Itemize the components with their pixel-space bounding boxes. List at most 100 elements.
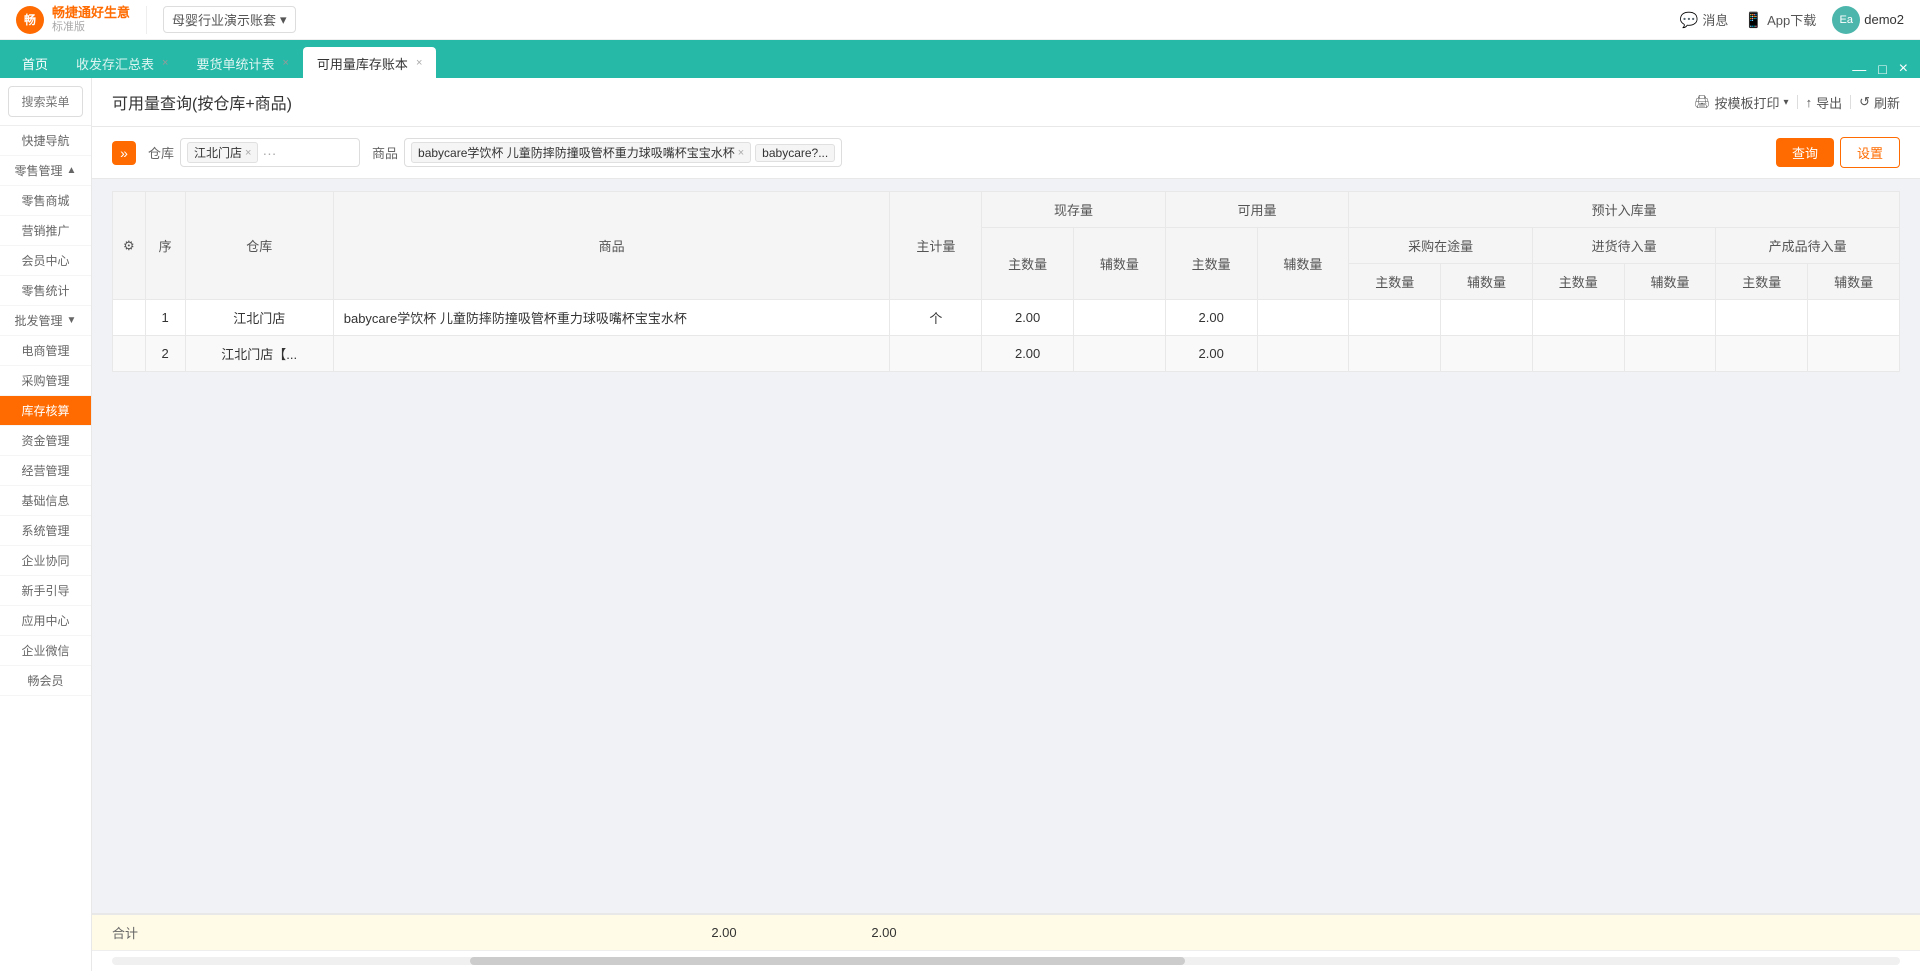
sidebar-item-marketing[interactable]: 营销推广 — [0, 216, 91, 246]
export-btn[interactable]: ↑ 导出 — [1806, 93, 1843, 112]
sidebar-item-retail-stats[interactable]: 零售统计 — [0, 276, 91, 306]
sidebar-item-inventory[interactable]: 库存核算 — [0, 396, 91, 426]
table-footer: 合计 2.00 2.00 — [92, 913, 1920, 950]
col-prod-pending-header: 产成品待入量 — [1716, 228, 1900, 264]
sidebar-item-basic[interactable]: 基础信息 — [0, 486, 91, 516]
sidebar-item-operations[interactable]: 经营管理 — [0, 456, 91, 486]
row2-no: 2 — [145, 336, 185, 372]
sidebar-item-ecommerce[interactable]: 电商管理 — [0, 336, 91, 366]
row1-prod-pending-aux — [1808, 300, 1900, 336]
close-available-tab[interactable]: × — [416, 57, 422, 69]
query-btn[interactable]: 查询 — [1776, 138, 1834, 167]
col-avail-aux-header: 辅数量 — [1257, 228, 1349, 300]
col-pur-transit-header: 采购在途量 — [1349, 228, 1533, 264]
filter-area: » 仓库 江北门店 × ··· 商品 babycare学饮杯 儿童防摔防撞吸管杯… — [92, 127, 1920, 179]
scroll-bar-thumb[interactable] — [470, 957, 1185, 965]
industry-select[interactable]: 母婴行业演示账套 ▾ — [163, 6, 296, 33]
row1-warehouse: 江北门店 — [185, 300, 333, 336]
col-warehouse-header: 仓库 — [185, 192, 333, 300]
data-table: ⚙ 序 仓库 商品 主计量 现存量 可用量 预计入库量 主数量 辅数量 主数量 — [112, 191, 1900, 372]
col-no-header: 序 — [145, 192, 185, 300]
footer-avail-main: 2.00 — [844, 925, 924, 940]
sidebar-search-area: 搜索菜单 — [0, 78, 91, 126]
row2-stock-aux — [1074, 336, 1166, 372]
sidebar: 搜索菜单 快捷导航 零售管理 ▲ 零售商城 营销推广 会员中心 零售统计 批发管… — [0, 78, 92, 971]
minimize-btn[interactable]: — — [1852, 61, 1866, 77]
app-download-btn[interactable]: 📱 App下载 — [1744, 10, 1816, 29]
row2-prod-pending-aux — [1808, 336, 1900, 372]
app-logo: 畅 — [16, 6, 44, 34]
col-prod-pending-main: 主数量 — [1716, 264, 1808, 300]
sidebar-quick-nav[interactable]: 快捷导航 — [0, 126, 91, 156]
warehouse-filter-group: 仓库 江北门店 × ··· — [148, 138, 360, 167]
table-row: 1 江北门店 babycare学饮杯 儿童防摔防撞吸管杯重力球吸嘴杯宝宝水杯 个… — [113, 300, 1900, 336]
col-pur-pending-main: 主数量 — [1532, 264, 1624, 300]
row2-unit — [890, 336, 982, 372]
warehouse-tag-close[interactable]: × — [245, 147, 251, 159]
row1-no: 1 — [145, 300, 185, 336]
avatar: Ea — [1832, 6, 1860, 34]
sidebar-item-wechat[interactable]: 企业微信 — [0, 636, 91, 666]
col-settings-header[interactable]: ⚙ — [113, 192, 146, 300]
close-window-btn[interactable]: × — [1899, 60, 1908, 78]
sidebar-item-retail-mgmt[interactable]: 零售管理 ▲ — [0, 156, 91, 186]
product-filter-group: 商品 babycare学饮杯 儿童防摔防撞吸管杯重力球吸嘴杯宝宝水杯 × bab… — [372, 138, 842, 167]
settings-btn[interactable]: 设置 — [1840, 137, 1900, 168]
divider-1 — [1797, 95, 1798, 109]
product-tag-1-close[interactable]: × — [738, 147, 744, 159]
row2-pur-transit-aux — [1441, 336, 1533, 372]
user-menu[interactable]: Ea demo2 — [1832, 6, 1904, 34]
product-label: 商品 — [372, 143, 398, 162]
nav-window-actions: — □ × — [1852, 60, 1920, 78]
col-available-header: 可用量 — [1165, 192, 1349, 228]
app-subtitle: 标准版 — [52, 21, 130, 34]
col-prod-pending-aux: 辅数量 — [1808, 264, 1900, 300]
sidebar-item-system[interactable]: 系统管理 — [0, 516, 91, 546]
sidebar-item-purchase[interactable]: 采购管理 — [0, 366, 91, 396]
warehouse-label: 仓库 — [148, 143, 174, 162]
product-tag-2: babycare?... — [755, 144, 835, 162]
scroll-bar-wrap — [92, 950, 1920, 971]
nav-tabs: 首页 收发存汇总表 × 要货单统计表 × 可用量库存账本 × — □ × — [0, 40, 1920, 78]
sidebar-item-member[interactable]: 会员中心 — [0, 246, 91, 276]
sidebar-item-retail-shop[interactable]: 零售商城 — [0, 186, 91, 216]
app-name: 畅捷通好生意 — [52, 5, 130, 21]
row1-stock-aux — [1074, 300, 1166, 336]
top-bar: 畅 畅捷通好生意 标准版 母婴行业演示账套 ▾ 💬 消息 📱 App下载 Ea … — [0, 0, 1920, 40]
filter-expand-btn[interactable]: » — [112, 141, 136, 165]
tab-available[interactable]: 可用量库存账本 × — [303, 47, 436, 79]
col-pur-transit-main: 主数量 — [1349, 264, 1441, 300]
product-input[interactable]: babycare学饮杯 儿童防摔防撞吸管杯重力球吸嘴杯宝宝水杯 × babyca… — [404, 138, 842, 167]
sidebar-item-vip[interactable]: 畅会员 — [0, 666, 91, 696]
page-title: 可用量查询(按仓库+商品) — [112, 90, 292, 126]
close-demand-tab[interactable]: × — [282, 57, 288, 69]
search-menu-btn[interactable]: 搜索菜单 — [8, 86, 83, 117]
sidebar-item-newbie[interactable]: 新手引导 — [0, 576, 91, 606]
message-btn[interactable]: 💬 消息 — [1680, 10, 1729, 29]
col-pur-pending-aux: 辅数量 — [1624, 264, 1716, 300]
tab-demand[interactable]: 要货单统计表 × — [182, 47, 302, 79]
refresh-btn[interactable]: ↺ 刷新 — [1859, 93, 1900, 112]
warehouse-more[interactable]: ··· — [262, 145, 276, 161]
warehouse-input[interactable]: 江北门店 × ··· — [180, 138, 360, 167]
print-btn[interactable]: 🖨 按模板打印 ▾ — [1694, 93, 1789, 112]
tab-receive[interactable]: 收发存汇总表 × — [62, 47, 182, 79]
sidebar-item-finance[interactable]: 资金管理 — [0, 426, 91, 456]
row1-avail-aux — [1257, 300, 1349, 336]
sidebar-item-appstore[interactable]: 应用中心 — [0, 606, 91, 636]
col-stock-aux-header: 辅数量 — [1074, 228, 1166, 300]
col-avail-main-header: 主数量 — [1165, 228, 1257, 300]
sidebar-item-wholesale[interactable]: 批发管理 ▼ — [0, 306, 91, 336]
top-bar-right: 💬 消息 📱 App下载 Ea demo2 — [1680, 6, 1904, 34]
col-pur-transit-aux: 辅数量 — [1441, 264, 1533, 300]
footer-cells: 2.00 2.00 — [172, 925, 1900, 940]
tab-home[interactable]: 首页 — [8, 47, 62, 79]
close-receive-tab[interactable]: × — [162, 57, 168, 69]
top-bar-left: 畅 畅捷通好生意 标准版 母婴行业演示账套 ▾ — [16, 5, 296, 34]
sidebar-item-enterprise[interactable]: 企业协同 — [0, 546, 91, 576]
row2-prod-pending-main — [1716, 336, 1808, 372]
row2-pur-transit-main — [1349, 336, 1441, 372]
row1-pur-pending-main — [1532, 300, 1624, 336]
footer-stock-main: 2.00 — [684, 925, 764, 940]
maximize-btn[interactable]: □ — [1878, 61, 1886, 77]
